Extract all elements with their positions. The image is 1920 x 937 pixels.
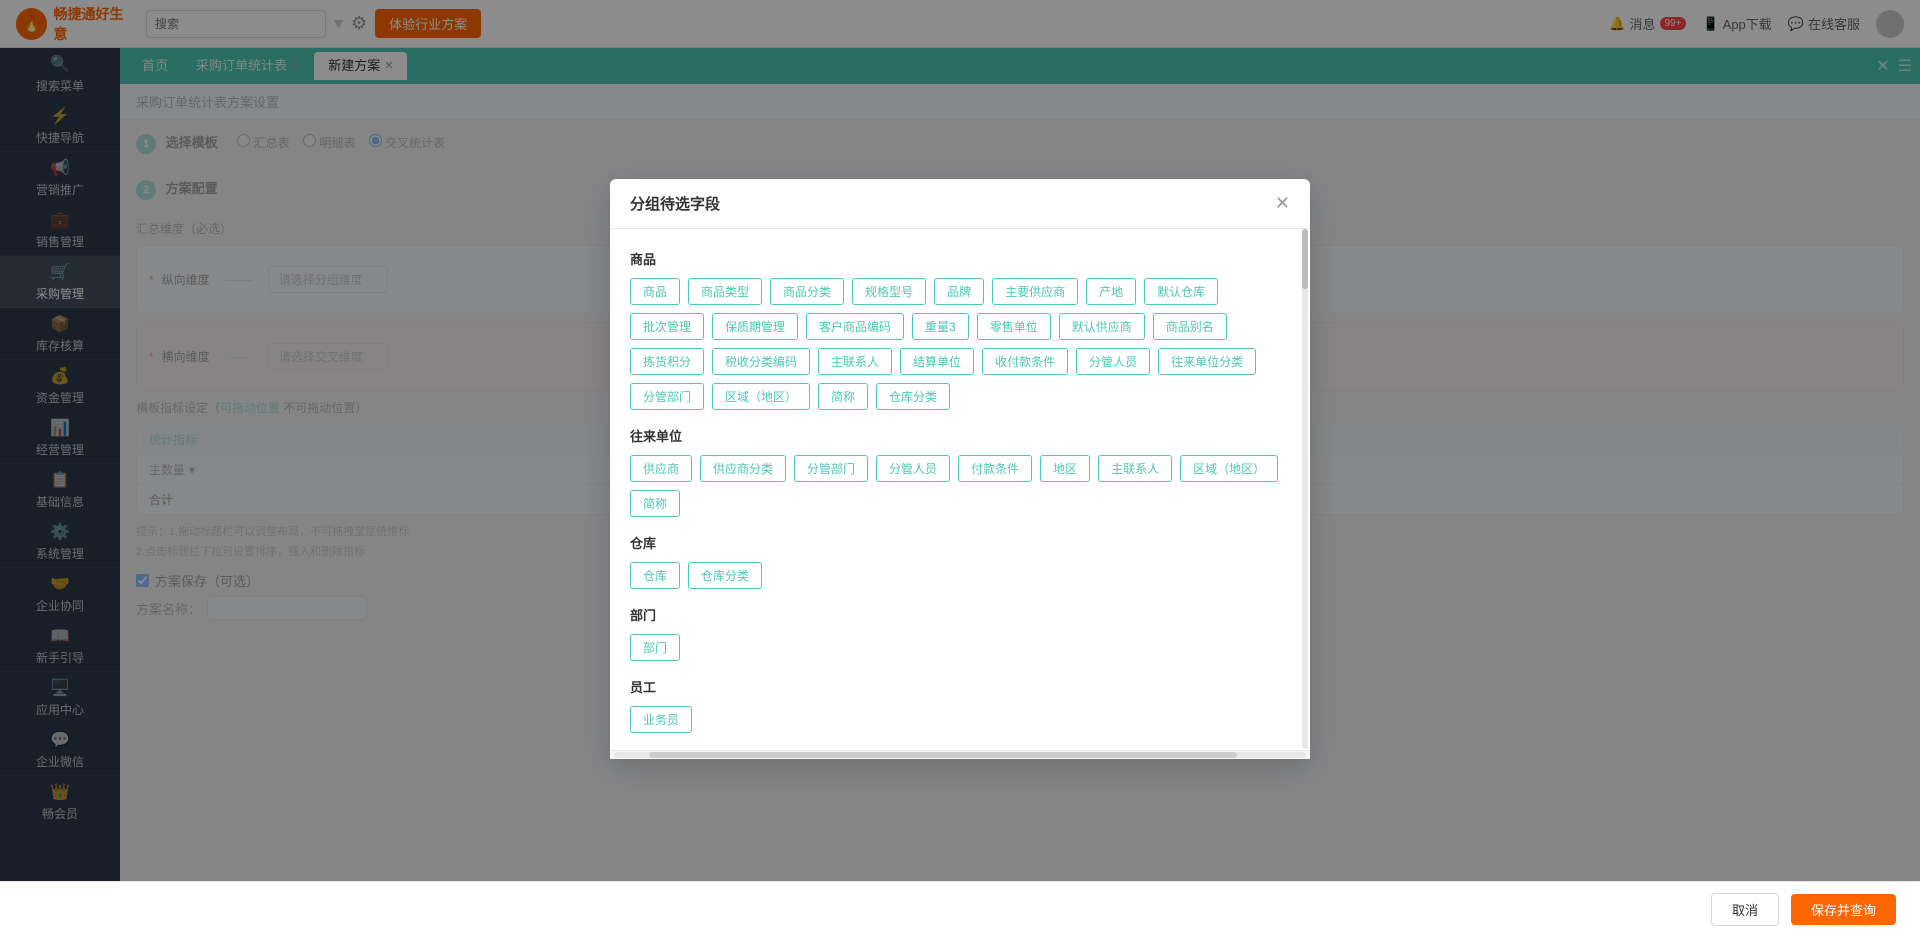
dialog-vscrollbar[interactable] — [1302, 229, 1308, 749]
section-goods-fields: 商品 商品类型 商品分类 规格型号 品牌 主要供应商 产地 默认仓库 批次管理 … — [630, 278, 1290, 410]
action-bar: 取消 保存并查询 — [0, 881, 1920, 937]
section-employee-title: 员工 — [630, 677, 1290, 696]
field-goods-alias[interactable]: 商品别名 — [1153, 313, 1227, 340]
cancel-button[interactable]: 取消 — [1711, 893, 1779, 926]
field-region-goods[interactable]: 区域（地区） — [712, 383, 810, 410]
dialog-title: 分组待选字段 — [630, 193, 720, 214]
field-warehouse-category[interactable]: 仓库分类 — [688, 562, 762, 589]
section-goods-title: 商品 — [630, 249, 1290, 268]
section-partner-fields: 供应商 供应商分类 分管部门 分管人员 付款条件 地区 主联系人 区域（地区） … — [630, 455, 1290, 517]
field-settlement-unit[interactable]: 结算单位 — [900, 348, 974, 375]
section-warehouse-title: 仓库 — [630, 533, 1290, 552]
field-goods-category[interactable]: 商品分类 — [770, 278, 844, 305]
field-batch-manage[interactable]: 批次管理 — [630, 313, 704, 340]
section-dept-fields: 部门 — [630, 634, 1290, 661]
field-pick-score[interactable]: 拣货积分 — [630, 348, 704, 375]
field-default-supplier[interactable]: 默认供应商 — [1059, 313, 1145, 340]
dialog: 分组待选字段 ✕ 商品 商品 商品类型 商品分类 规格型号 品牌 主要供应商 产… — [610, 179, 1310, 759]
field-payment-terms[interactable]: 收付款条件 — [982, 348, 1068, 375]
field-customer-code[interactable]: 客户商品编码 — [806, 313, 904, 340]
field-partner-category[interactable]: 往来单位分类 — [1158, 348, 1256, 375]
overlay: 分组待选字段 ✕ 商品 商品 商品类型 商品分类 规格型号 品牌 主要供应商 产… — [0, 0, 1920, 937]
dialog-header: 分组待选字段 ✕ — [610, 179, 1310, 229]
field-supplier[interactable]: 供应商 — [630, 455, 692, 482]
dialog-close-button[interactable]: ✕ — [1275, 193, 1290, 214]
field-main-supplier[interactable]: 主要供应商 — [992, 278, 1078, 305]
field-retail-unit[interactable]: 零售单位 — [977, 313, 1051, 340]
section-dept-title: 部门 — [630, 605, 1290, 624]
field-main-contact[interactable]: 主联系人 — [818, 348, 892, 375]
field-goods[interactable]: 商品 — [630, 278, 680, 305]
field-short-name-goods[interactable]: 简称 — [818, 383, 868, 410]
field-dept-manage[interactable]: 分管部门 — [630, 383, 704, 410]
field-dept-partner[interactable]: 分管部门 — [794, 455, 868, 482]
field-region2-partner[interactable]: 区域（地区） — [1180, 455, 1278, 482]
field-payment-cond[interactable]: 付款条件 — [958, 455, 1032, 482]
field-short-name-partner[interactable]: 简称 — [630, 490, 680, 517]
field-salesperson[interactable]: 业务员 — [630, 706, 692, 733]
section-partner-title: 往来单位 — [630, 426, 1290, 445]
section-warehouse-fields: 仓库 仓库分类 — [630, 562, 1290, 589]
field-manager-partner[interactable]: 分管人员 — [876, 455, 950, 482]
field-brand[interactable]: 品牌 — [934, 278, 984, 305]
field-dept[interactable]: 部门 — [630, 634, 680, 661]
field-spec-model[interactable]: 规格型号 — [852, 278, 926, 305]
field-goods-type[interactable]: 商品类型 — [688, 278, 762, 305]
field-manager[interactable]: 分管人员 — [1076, 348, 1150, 375]
field-warehouse-category-goods[interactable]: 仓库分类 — [876, 383, 950, 410]
field-default-warehouse[interactable]: 默认仓库 — [1144, 278, 1218, 305]
field-origin[interactable]: 产地 — [1086, 278, 1136, 305]
dialog-hscrollbar[interactable] — [610, 750, 1310, 758]
field-weight3[interactable]: 重量3 — [912, 313, 969, 340]
field-tax-code[interactable]: 税收分类编码 — [712, 348, 810, 375]
confirm-button[interactable]: 保存并查询 — [1791, 894, 1896, 925]
dialog-body[interactable]: 商品 商品 商品类型 商品分类 规格型号 品牌 主要供应商 产地 默认仓库 批次… — [610, 229, 1310, 751]
field-supplier-category[interactable]: 供应商分类 — [700, 455, 786, 482]
field-main-contact-partner[interactable]: 主联系人 — [1098, 455, 1172, 482]
field-expiry-manage[interactable]: 保质期管理 — [712, 313, 798, 340]
field-warehouse[interactable]: 仓库 — [630, 562, 680, 589]
section-employee-fields: 业务员 — [630, 706, 1290, 733]
field-region-partner[interactable]: 地区 — [1040, 455, 1090, 482]
